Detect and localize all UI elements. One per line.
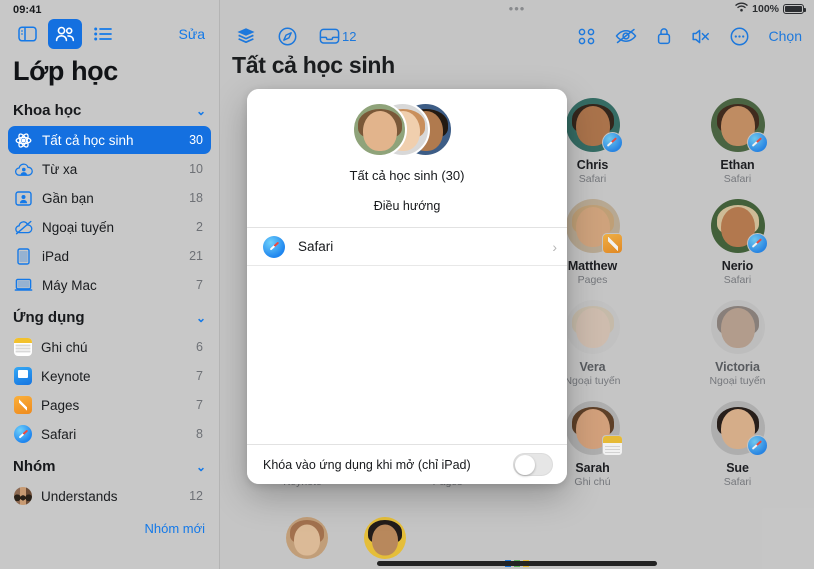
edit-button[interactable]: Sửa: [179, 26, 208, 42]
avatar-stack: [352, 102, 462, 157]
popover-spacer: [247, 266, 567, 444]
sidebar-section-label: Ứng dụng: [13, 309, 85, 326]
sidebar-item-ghi-ch[interactable]: Ghi chú 6: [8, 333, 211, 361]
sidebar-item-t-xa[interactable]: Từ xa 10: [8, 155, 211, 183]
ipad-icon: [14, 247, 33, 266]
popover-footer: Khóa vào ứng dụng khi mở (chỉ iPad): [247, 444, 567, 484]
navigate-popover: Tất cả học sinh (30) Điều hướng Safari › …: [247, 89, 567, 484]
atom-icon: [14, 131, 33, 150]
toggle-knob: [515, 455, 535, 475]
sidebar-item-label: Safari: [41, 426, 77, 442]
sidebar-item-label: iPad: [42, 248, 70, 264]
sidebar-item-ipad[interactable]: iPad 21: [8, 242, 211, 270]
people-icon[interactable]: [48, 19, 82, 49]
sidebar-item-count: 2: [196, 220, 203, 234]
lock-on-open-label: Khóa vào ứng dụng khi mở (chỉ iPad): [263, 457, 471, 472]
cloud-slash-icon: [14, 218, 33, 237]
macbook-icon: [14, 276, 33, 295]
lock-on-open-toggle[interactable]: [513, 453, 553, 476]
ipad-screen: 09:41 Sửa Lớp học Khoa học ⌄ Tất cả học si…: [0, 0, 814, 569]
sidebar-item-ngo-i-tuy-n[interactable]: Ngoại tuyến 2: [8, 213, 211, 241]
notes-app-icon: [14, 338, 32, 356]
popover-row-list: Safari ›: [247, 227, 567, 266]
popover-section-label: Điều hướng: [373, 199, 441, 213]
sidebar-item-count: 6: [196, 340, 203, 354]
safari-app-icon: [263, 235, 285, 258]
sidebar-item-count: 7: [196, 398, 203, 412]
sidebar-section-header[interactable]: Ứng dụng ⌄: [0, 300, 219, 332]
popover-row-safari[interactable]: Safari ›: [247, 228, 567, 266]
list-icon[interactable]: [86, 19, 120, 49]
sidebar-section-label: Khoa học: [13, 102, 82, 119]
sidebar-item-count: 7: [196, 278, 203, 292]
sidebar-toggle-icon[interactable]: [10, 19, 44, 49]
sidebar-item-count: 30: [189, 133, 203, 147]
sidebar-item-count: 18: [189, 191, 203, 205]
sidebar-item-t-t-c-h-c-sinh[interactable]: Tất cả học sinh 30: [8, 126, 211, 154]
sidebar: 09:41 Sửa Lớp học Khoa học ⌄ Tất cả học si…: [0, 0, 220, 569]
sidebar-item-label: Máy Mac: [42, 277, 97, 293]
chevron-down-icon[interactable]: ⌄: [196, 460, 206, 474]
sidebar-item-pages[interactable]: Pages 7: [8, 391, 211, 419]
sidebar-section-header[interactable]: Nhóm ⌄: [0, 449, 219, 481]
status-time: 09:41: [13, 4, 42, 16]
popover-header: Tất cả học sinh (30) Điều hướng: [247, 89, 567, 227]
person-frame-icon: [14, 189, 33, 208]
new-group-button[interactable]: Nhóm mới: [0, 511, 219, 536]
pages-app-icon: [14, 396, 32, 414]
sidebar-sections: Khoa học ⌄ Tất cả học sinh 30 Từ xa 10 Gần bạn…: [0, 93, 219, 510]
popover-title: Tất cả học sinh (30): [349, 168, 465, 183]
chevron-down-icon[interactable]: ⌄: [196, 311, 206, 325]
safari-app-icon: [14, 425, 32, 443]
sidebar-item-count: 21: [189, 249, 203, 263]
sidebar-item-label: Ghi chú: [41, 339, 88, 355]
sidebar-section-header[interactable]: Khoa học ⌄: [0, 93, 219, 125]
sidebar-item-count: 7: [196, 369, 203, 383]
sidebar-item-label: Understands: [41, 488, 118, 504]
popover-row-label: Safari: [298, 239, 334, 254]
keynote-app-icon: [14, 367, 32, 385]
sidebar-item-count: 8: [196, 427, 203, 441]
group-icon: [14, 487, 32, 505]
sidebar-item-label: Pages: [41, 397, 80, 413]
stacked-avatar: [352, 102, 407, 157]
sidebar-item-g-n-b-n[interactable]: Gần bạn 18: [8, 184, 211, 212]
sidebar-item-keynote[interactable]: Keynote 7: [8, 362, 211, 390]
sidebar-item-m-y-mac[interactable]: Máy Mac 7: [8, 271, 211, 299]
sidebar-item-count: 10: [189, 162, 203, 176]
sidebar-item-count: 12: [189, 489, 203, 503]
chevron-down-icon[interactable]: ⌄: [196, 104, 206, 118]
sidebar-section-label: Nhóm: [13, 458, 56, 475]
sidebar-item-label: Keynote: [41, 368, 91, 384]
sidebar-item-label: Từ xa: [42, 161, 78, 177]
sidebar-item-understands[interactable]: Understands 12: [8, 482, 211, 510]
sidebar-item-label: Tất cả học sinh: [42, 132, 134, 148]
sidebar-item-label: Ngoại tuyến: [42, 219, 115, 235]
cloud-person-icon: [14, 160, 33, 179]
sidebar-item-label: Gần bạn: [42, 190, 94, 206]
page-title: Lớp học: [13, 56, 118, 86]
sidebar-item-safari[interactable]: Safari 8: [8, 420, 211, 448]
main-content: ••• 100% 12 Chọn Tất cả học sinh Chris S…: [220, 0, 814, 569]
chevron-right-icon[interactable]: ›: [552, 239, 557, 255]
